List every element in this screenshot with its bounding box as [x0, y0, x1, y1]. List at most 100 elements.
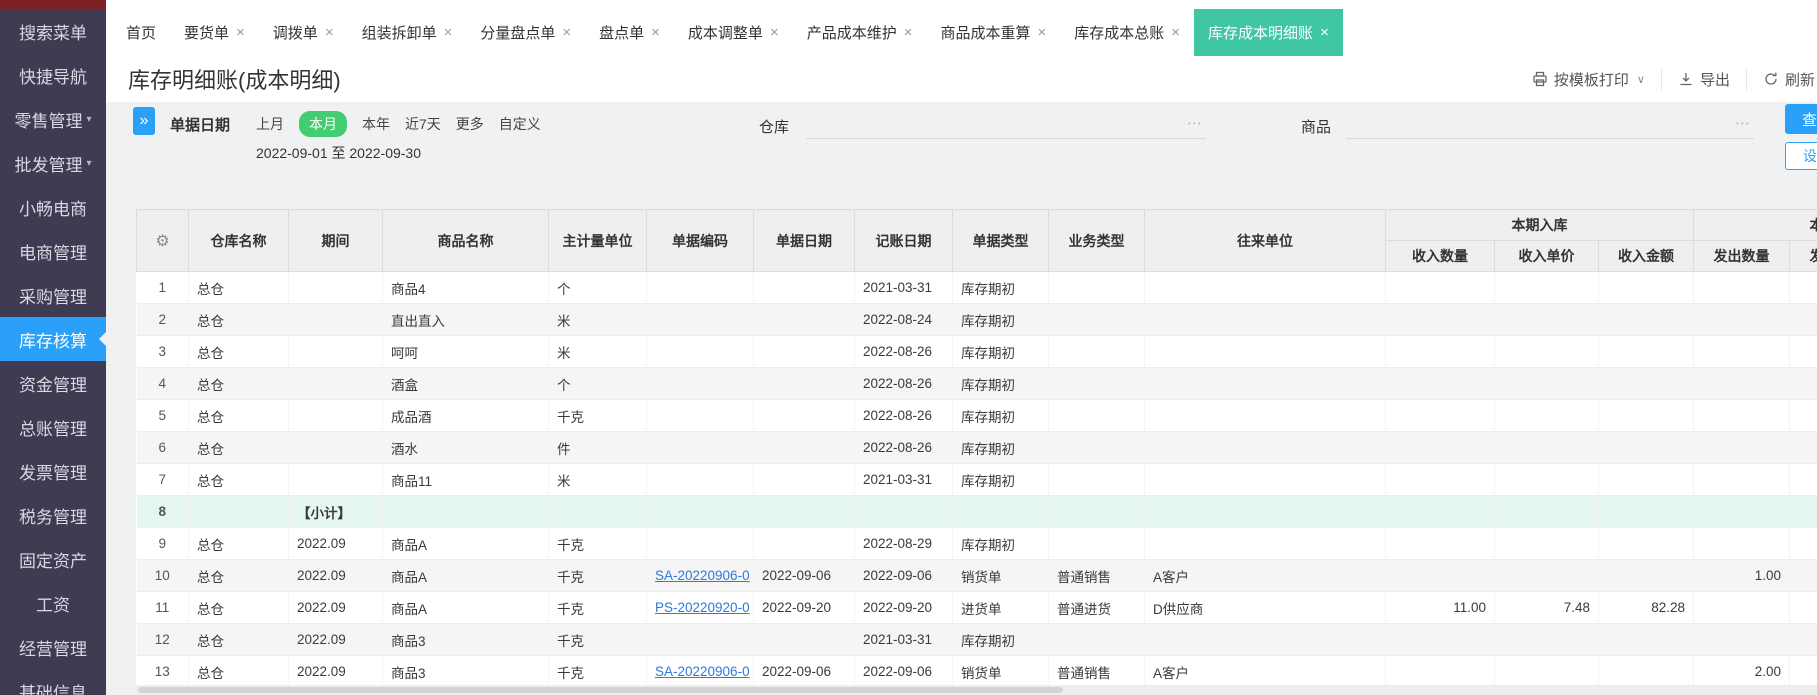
cell-unit: 件 — [548, 431, 647, 464]
sidebar-item-1[interactable]: 搜索菜单 — [0, 9, 106, 53]
tab-6[interactable]: 盘点单 × — [585, 9, 674, 56]
cell-doc_date: 2022-09-06 — [753, 559, 855, 592]
product-input[interactable]: ⋯ — [1346, 110, 1754, 139]
tab-4[interactable]: 组装拆卸单 × — [348, 9, 467, 56]
cell-in_amount — [1598, 367, 1695, 400]
sidebar-item-6[interactable]: 电商管理 — [0, 229, 106, 273]
product-picker-ellipsis-icon[interactable]: ⋯ — [1735, 114, 1750, 132]
product-filter-label: 商品 — [1301, 119, 1332, 136]
cell-in_price — [1494, 367, 1599, 400]
sidebar-item-9[interactable]: 资金管理 — [0, 361, 106, 405]
table-row[interactable]: 1 总仓 商品4 个 2021-03-31 库存期初 — [136, 271, 1817, 304]
tab-10[interactable]: 库存成本总账 × — [1060, 9, 1194, 56]
cell-out_price — [1789, 399, 1817, 432]
date-range-value[interactable]: 2022-09-01 至 2022-09-30 — [256, 143, 421, 163]
scrollbar-thumb[interactable] — [138, 687, 1063, 693]
sidebar-item-label: 批发管理 — [14, 155, 83, 175]
document-code-link[interactable]: SA-20220906-0 — [655, 568, 750, 583]
table-row[interactable]: 4 总仓 酒盒个 2022-08-26 库存期初 — [136, 367, 1817, 400]
col-header-in_amount: 收入金额 — [1597, 240, 1695, 272]
quick-option-4[interactable]: 近7天 — [405, 114, 441, 134]
query-button[interactable]: 查询 — [1785, 104, 1817, 134]
warehouse-input[interactable]: ⋯ — [806, 110, 1206, 139]
cell-biz_type — [1048, 271, 1145, 304]
cell-in_amount — [1598, 335, 1695, 368]
sidebar-item-12[interactable]: 税务管理 — [0, 493, 106, 537]
close-icon[interactable]: × — [325, 25, 334, 40]
cell-doc_date — [753, 463, 855, 496]
table-row[interactable]: 7 总仓 商品11 米 2021-03-31 库存期初 — [136, 463, 1817, 496]
close-icon[interactable]: × — [1038, 25, 1047, 40]
cell-product: 呵呵 — [382, 335, 549, 368]
close-icon[interactable]: × — [562, 25, 571, 40]
warehouse-picker-ellipsis-icon[interactable]: ⋯ — [1187, 114, 1202, 132]
horizontal-scrollbar[interactable] — [136, 685, 1817, 695]
export-button[interactable]: 导出 — [1660, 68, 1746, 90]
sidebar-item-4[interactable]: 批发管理 ▾ — [0, 141, 106, 185]
sidebar-item-5[interactable]: 小畅电商 — [0, 185, 106, 229]
sidebar-item-13[interactable]: 固定资产 — [0, 537, 106, 581]
cell-unit: 米 — [548, 335, 647, 368]
close-icon[interactable]: × — [904, 25, 913, 40]
sidebar-item-8[interactable]: 库存核算 — [0, 317, 106, 361]
sidebar-item-7[interactable]: 采购管理 — [0, 273, 106, 317]
expand-panel-button[interactable]: » — [133, 107, 155, 135]
quick-option-2[interactable]: 本月 — [299, 111, 347, 137]
tab-3[interactable]: 调拨单 × — [259, 9, 348, 56]
cell-code — [646, 367, 754, 400]
table-row[interactable]: 12 总仓 2022.09 商品3 千克 2021-03-31 库存期初 — [136, 623, 1817, 656]
tab-11[interactable]: 库存成本明细账 × — [1194, 9, 1343, 56]
tab-8[interactable]: 产品成本维护 × — [793, 9, 927, 56]
quick-option-3[interactable]: 本年 — [362, 114, 390, 134]
table-row[interactable]: 11 总仓 2022.09 商品A 千克 PS-20220920-0 2022-09-20 2… — [136, 591, 1817, 624]
tab-7[interactable]: 成本调整单 × — [674, 9, 793, 56]
cell-num: 10 — [136, 559, 189, 592]
tab-2[interactable]: 要货单 × — [170, 9, 259, 56]
table-row[interactable]: 9 总仓 2022.09 商品A 千克 2022-08-29 库存期初 — [136, 527, 1817, 560]
print-by-template-button[interactable]: 按模板打印 ∨ — [1516, 69, 1661, 90]
close-icon[interactable]: × — [236, 25, 245, 40]
tab-9[interactable]: 商品成本重算 × — [926, 9, 1060, 56]
sidebar-item-3[interactable]: 零售管理 ▾ — [0, 97, 106, 141]
table-row[interactable]: 2 总仓 直出直入米 2022-08-24 库存期初 — [136, 303, 1817, 336]
cell-in_qty — [1385, 463, 1495, 496]
tab-5[interactable]: 分量盘点单 × — [466, 9, 585, 56]
sidebar-item-11[interactable]: 发票管理 — [0, 449, 106, 493]
chevron-down-icon[interactable]: ∨ — [1637, 73, 1645, 86]
close-icon[interactable]: × — [651, 25, 660, 40]
settings-button[interactable]: 设置 — [1785, 142, 1817, 170]
cell-period — [288, 271, 383, 304]
sidebar-item-14[interactable]: 工资 — [0, 581, 106, 625]
table-row[interactable]: 13 总仓 2022.09 商品3 千克 SA-20220906-0 2022-09-06 2… — [136, 655, 1817, 685]
close-icon[interactable]: × — [1320, 25, 1329, 40]
sidebar-item-15[interactable]: 经营管理 — [0, 625, 106, 669]
table-row[interactable]: 6 总仓 酒水件 2022-08-26 库存期初 — [136, 431, 1817, 464]
close-icon[interactable]: × — [444, 25, 453, 40]
tab-label: 首页 — [126, 25, 157, 42]
cell-in_qty — [1385, 623, 1495, 656]
document-code-link[interactable]: SA-20220906-0 — [655, 664, 750, 679]
cell-unit: 千克 — [548, 399, 647, 432]
close-icon[interactable]: × — [770, 25, 779, 40]
table-row[interactable]: 10 总仓 2022.09 商品A 千克 SA-20220906-0 2022-09-06 2… — [136, 559, 1817, 592]
table-row[interactable]: 8 【小计】 — [136, 495, 1817, 528]
quick-option-6[interactable]: 自定义 — [499, 114, 541, 134]
close-icon[interactable]: × — [1171, 25, 1180, 40]
sidebar-item-16[interactable]: 基础信息 — [0, 669, 106, 695]
cell-in_price — [1494, 463, 1599, 496]
gear-icon[interactable]: ⚙ — [155, 233, 169, 250]
cell-warehouse — [188, 495, 289, 528]
table-row[interactable]: 3 总仓 呵呵米 2022-08-26 库存期初 — [136, 335, 1817, 368]
refresh-button[interactable]: 刷新 — [1745, 68, 1817, 90]
cell-doc_type: 库存期初 — [952, 431, 1049, 464]
col-header-warehouse: 仓库名称 — [188, 209, 289, 272]
document-code-link[interactable]: PS-20220920-0 — [655, 600, 750, 615]
sidebar-item-2[interactable]: 快捷导航 — [0, 53, 106, 97]
cell-in_amount — [1598, 431, 1695, 464]
sidebar-item-10[interactable]: 总账管理 — [0, 405, 106, 449]
tab-1[interactable]: 首页 — [112, 9, 170, 56]
table-row[interactable]: 5 总仓 成品酒 千克 2022-08-26 库存期初 — [136, 399, 1817, 432]
quick-option-5[interactable]: 更多 — [456, 114, 484, 134]
col-header-product: 商品名称 — [382, 209, 549, 272]
quick-option-1[interactable]: 上月 — [256, 114, 284, 134]
